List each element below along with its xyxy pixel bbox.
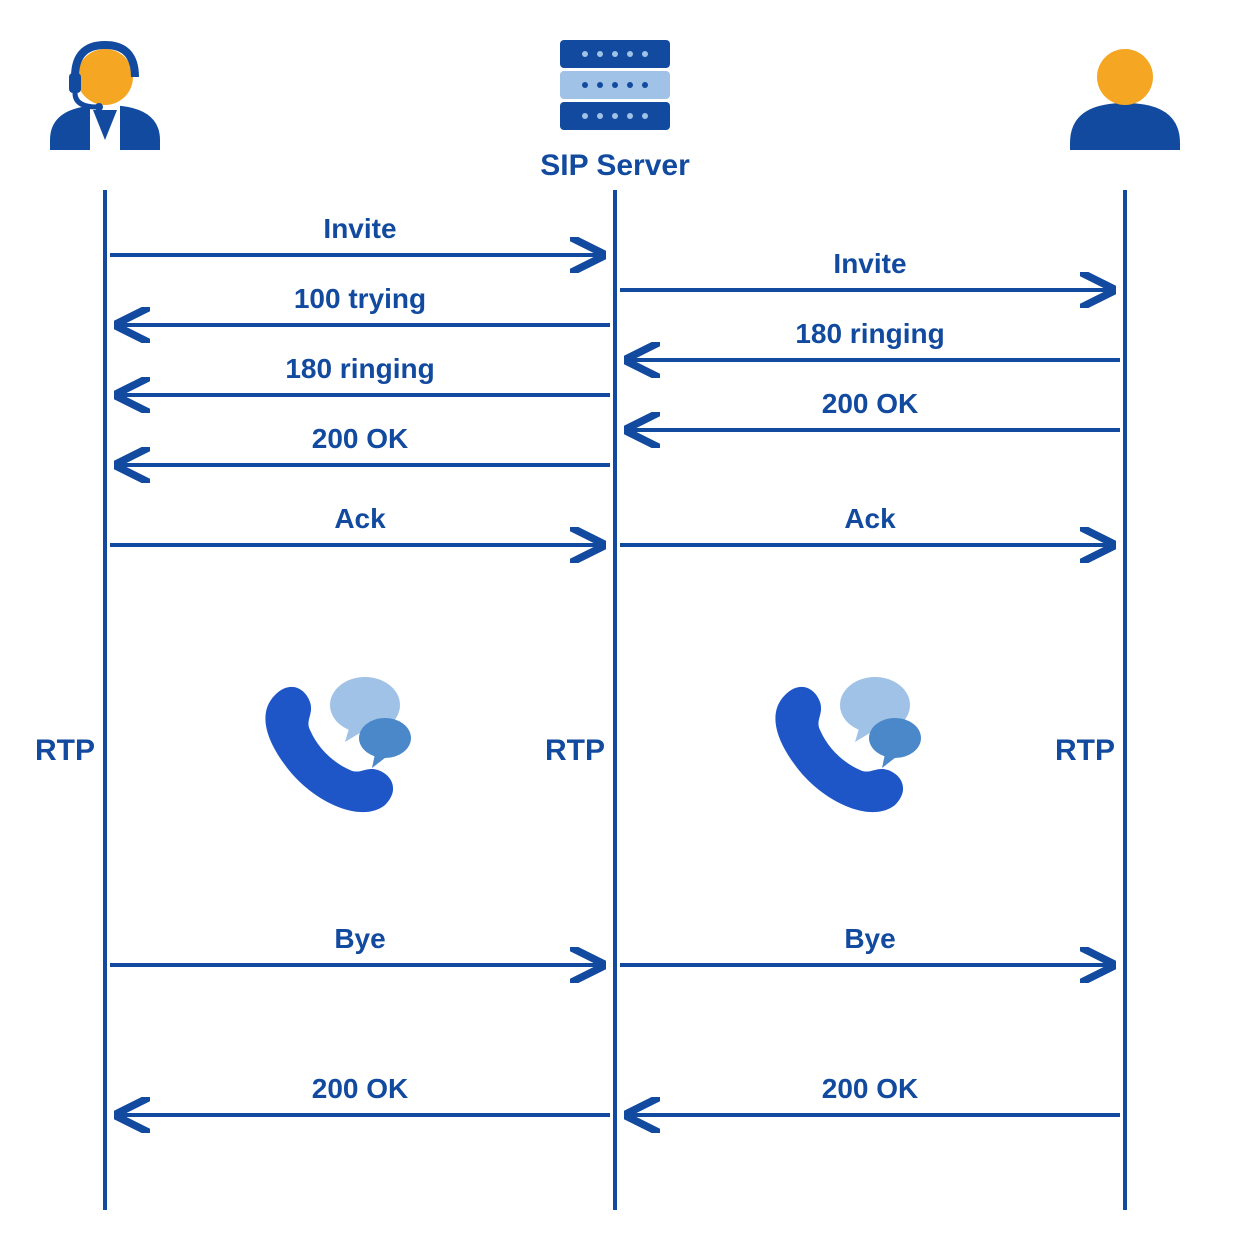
msg-label: 200 OK <box>312 423 409 454</box>
msg-label: Bye <box>844 923 895 954</box>
msg-label: Bye <box>334 923 385 954</box>
msg-label: Invite <box>323 213 396 244</box>
sip-sequence-diagram: SIP Server Invite 100 trying 180 ringing… <box>0 0 1260 1245</box>
msg-label: 200 OK <box>312 1073 409 1104</box>
phone-chat-icon <box>775 677 921 812</box>
msg-label: 200 OK <box>822 388 919 419</box>
left-bye-messages: Bye 200 OK <box>110 923 610 1115</box>
rtp-label: RTP <box>1055 734 1115 767</box>
msg-label: 100 trying <box>294 283 426 314</box>
msg-label: Ack <box>334 503 386 534</box>
msg-label: Invite <box>833 248 906 279</box>
rtp-label: RTP <box>545 734 605 767</box>
server-icon <box>560 40 670 130</box>
left-messages: Invite 100 trying 180 ringing 200 OK Ack <box>110 213 610 545</box>
agent-headset-icon <box>50 45 160 150</box>
user-icon <box>1070 49 1180 150</box>
msg-label: 180 ringing <box>795 318 944 349</box>
msg-label: Ack <box>844 503 896 534</box>
msg-label: 180 ringing <box>285 353 434 384</box>
right-messages: Invite 180 ringing 200 OK Ack <box>620 248 1120 545</box>
phone-chat-icon <box>265 677 411 812</box>
msg-label: 200 OK <box>822 1073 919 1104</box>
server-label: SIP Server <box>540 149 690 182</box>
rtp-label: RTP <box>35 734 95 767</box>
right-bye-messages: Bye 200 OK <box>620 923 1120 1115</box>
